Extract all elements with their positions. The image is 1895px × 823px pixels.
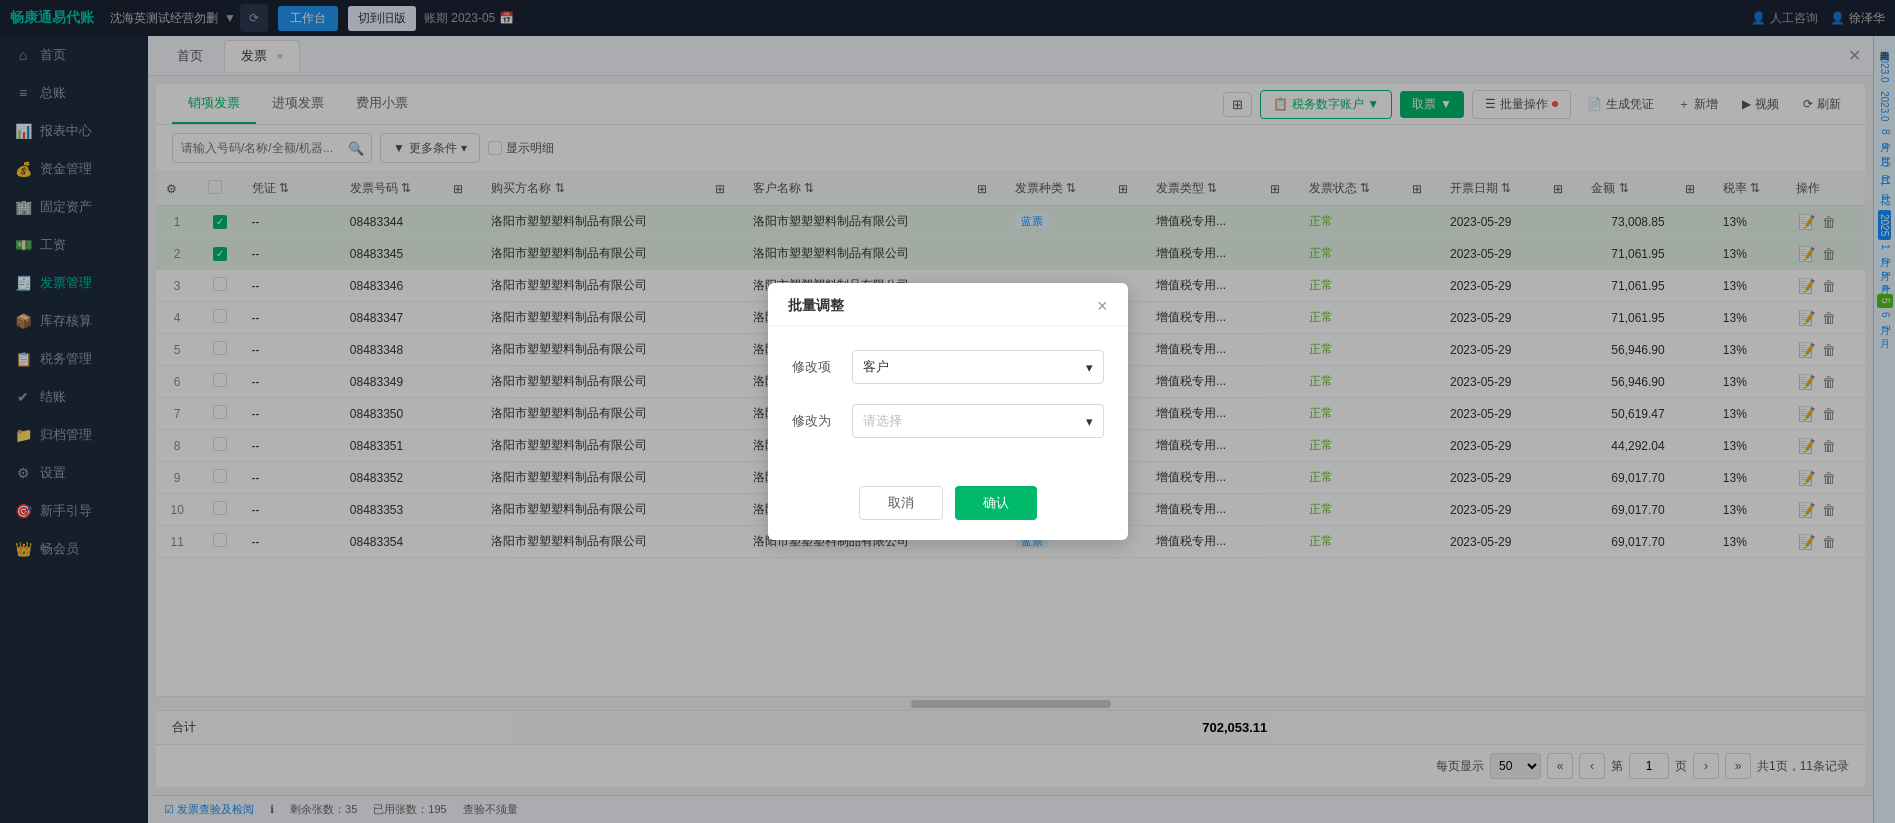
modal-footer: 取消 确认 [768,474,1128,540]
modal-close-btn[interactable]: × [1097,297,1108,315]
modify-field-label: 修改项 [792,358,852,376]
modify-to-select[interactable]: 请选择 ▾ [852,404,1104,438]
modify-to-placeholder: 请选择 [863,412,902,430]
modify-to-row: 修改为 请选择 ▾ [792,404,1104,438]
chevron-down-icon-modal: ▾ [1086,360,1093,375]
confirm-btn[interactable]: 确认 [955,486,1037,520]
modal-title: 批量调整 [788,297,844,315]
modify-field-select[interactable]: 客户 ▾ [852,350,1104,384]
modify-to-label: 修改为 [792,412,852,430]
modal-header: 批量调整 × [768,283,1128,326]
cancel-btn[interactable]: 取消 [859,486,943,520]
chevron-down-icon-modal2: ▾ [1086,414,1093,429]
modal-body: 修改项 客户 ▾ 修改为 请选择 ▾ [768,326,1128,474]
batch-adjust-modal: 批量调整 × 修改项 客户 ▾ 修改为 请选择 ▾ 取消 确认 [768,283,1128,540]
modify-field-row: 修改项 客户 ▾ [792,350,1104,384]
modify-field-value: 客户 [863,358,889,376]
modal-overlay: 批量调整 × 修改项 客户 ▾ 修改为 请选择 ▾ 取消 确认 [0,0,1895,823]
